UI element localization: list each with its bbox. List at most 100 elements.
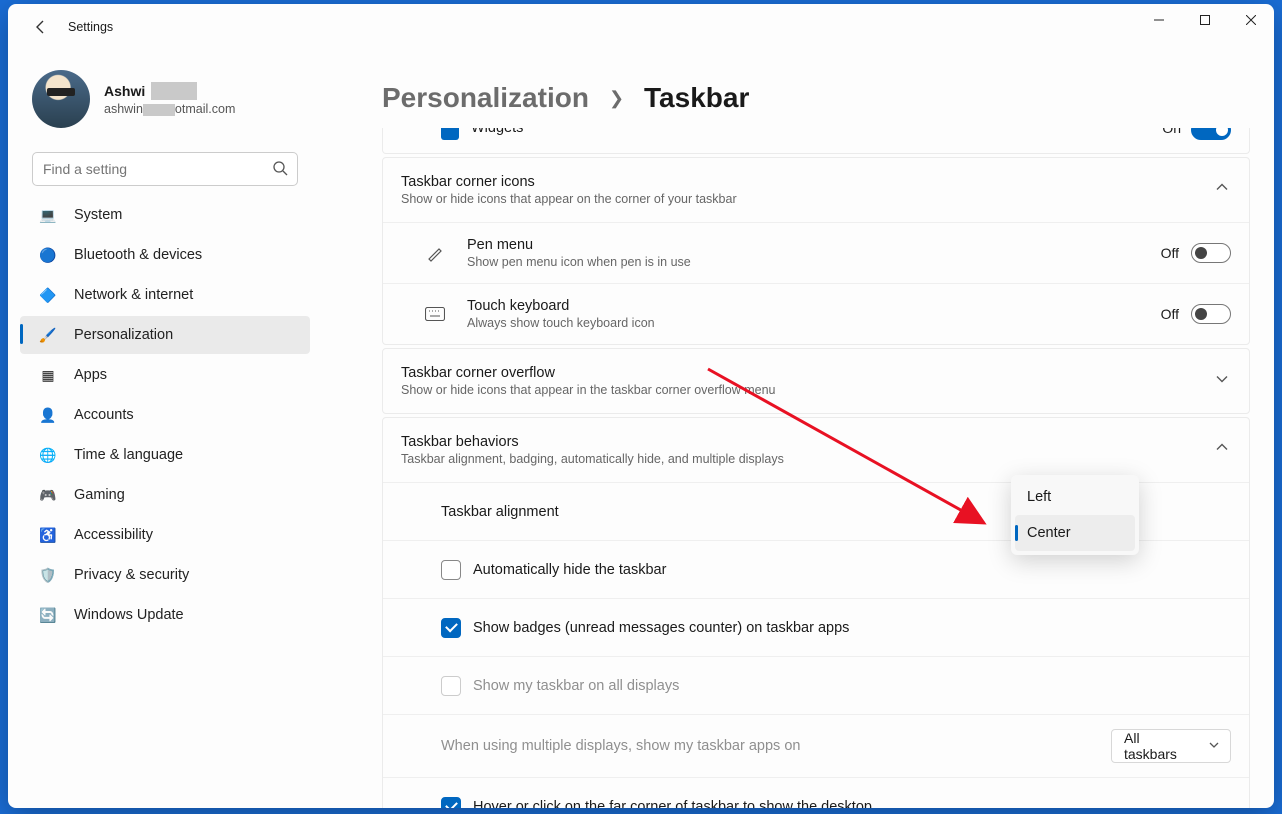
network-internet-icon: 🔷 xyxy=(40,287,56,303)
back-button[interactable] xyxy=(30,16,52,38)
sidebar-item-windows-update[interactable]: 🔄 Windows Update xyxy=(20,596,310,634)
behaviors-title: Taskbar behaviors xyxy=(401,434,784,450)
widgets-icon xyxy=(441,128,459,140)
bluetooth-devices-icon: 🔵 xyxy=(40,247,56,263)
sidebar-item-label: Bluetooth & devices xyxy=(74,247,202,263)
titlebar: Settings xyxy=(8,4,1274,50)
breadcrumb: Personalization ❯ Taskbar xyxy=(382,82,1254,114)
sidebar-item-bluetooth-devices[interactable]: 🔵 Bluetooth & devices xyxy=(20,236,310,274)
widgets-toggle[interactable] xyxy=(1191,128,1231,140)
breadcrumb-parent[interactable]: Personalization xyxy=(382,82,589,114)
search-input[interactable] xyxy=(32,152,298,186)
pen-menu-title: Pen menu xyxy=(467,237,691,253)
sidebar-item-accessibility[interactable]: ♿ Accessibility xyxy=(20,516,310,554)
sidebar-item-label: Windows Update xyxy=(74,607,184,623)
sidebar-item-label: Personalization xyxy=(74,327,173,343)
minimize-button[interactable] xyxy=(1136,4,1182,36)
gaming-icon: 🎮 xyxy=(40,487,56,503)
corner-overflow-header[interactable]: Taskbar corner overflow Show or hide ico… xyxy=(383,349,1249,413)
auto-hide-checkbox[interactable] xyxy=(441,560,461,580)
close-button[interactable] xyxy=(1228,4,1274,36)
widgets-label: Widgets xyxy=(471,128,523,136)
touch-kb-sub: Always show touch keyboard icon xyxy=(467,316,655,330)
touch-kb-toggle[interactable] xyxy=(1191,304,1231,324)
widgets-toggle-label: On xyxy=(1162,128,1181,136)
window-controls xyxy=(1136,4,1274,36)
sidebar-item-label: Network & internet xyxy=(74,287,193,303)
pen-menu-toggle[interactable] xyxy=(1191,243,1231,263)
hover-corner-checkbox[interactable] xyxy=(441,797,461,809)
badges-row[interactable]: Show badges (unread messages counter) on… xyxy=(383,598,1249,656)
search-icon xyxy=(272,160,288,181)
alignment-option-center[interactable]: Center xyxy=(1015,515,1135,551)
user-block[interactable]: Ashwi ashwinotmail.com xyxy=(20,64,310,146)
corner-overflow-card: Taskbar corner overflow Show or hide ico… xyxy=(382,348,1250,414)
chevron-right-icon: ❯ xyxy=(609,88,624,109)
chevron-up-icon xyxy=(1215,441,1229,460)
behaviors-sub: Taskbar alignment, badging, automaticall… xyxy=(401,452,784,466)
pen-toggle-label: Off xyxy=(1161,245,1179,261)
chevron-up-icon xyxy=(1215,181,1229,200)
auto-hide-label: Automatically hide the taskbar xyxy=(473,562,666,578)
alignment-label: Taskbar alignment xyxy=(441,504,559,520)
personalization-icon: 🖌️ xyxy=(40,327,56,343)
alignment-dropdown: Left Center xyxy=(1011,475,1139,555)
accessibility-icon: ♿ xyxy=(40,527,56,543)
sidebar-item-label: System xyxy=(74,207,122,223)
badges-label: Show badges (unread messages counter) on… xyxy=(473,620,849,636)
alignment-option-left[interactable]: Left xyxy=(1015,479,1135,515)
touch-toggle-label: Off xyxy=(1161,306,1179,322)
pen-menu-row: Pen menu Show pen menu icon when pen is … xyxy=(383,222,1249,283)
overflow-sub: Show or hide icons that appear in the ta… xyxy=(401,383,776,397)
all-displays-row: Show my taskbar on all displays xyxy=(383,656,1249,714)
content-area: Ashwi ashwinotmail.com 💻 System 🔵 Bluetooth… xyxy=(8,50,1274,808)
multi-display-select[interactable]: All taskbars xyxy=(1111,729,1231,763)
sidebar-item-system[interactable]: 💻 System xyxy=(20,196,310,234)
badges-checkbox[interactable] xyxy=(441,618,461,638)
sidebar-item-network-internet[interactable]: 🔷 Network & internet xyxy=(20,276,310,314)
widgets-row-partial: Widgets On xyxy=(382,128,1250,154)
sidebar-item-gaming[interactable]: 🎮Gaming xyxy=(20,476,310,514)
settings-window: Settings Ashwi ashwinotmail.com 💻 System 🔵… xyxy=(8,4,1274,808)
hover-corner-label: Hover or click on the far corner of task… xyxy=(473,799,872,809)
behaviors-header[interactable]: Taskbar behaviors Taskbar alignment, bad… xyxy=(383,418,1249,482)
touch-kb-title: Touch keyboard xyxy=(467,298,655,314)
pen-icon xyxy=(421,244,449,262)
privacy-security-icon: 🛡️ xyxy=(40,567,56,583)
overflow-title: Taskbar corner overflow xyxy=(401,365,776,381)
sidebar-item-time-language[interactable]: 🌐Time & language xyxy=(20,436,310,474)
hover-corner-row[interactable]: Hover or click on the far corner of task… xyxy=(383,777,1249,808)
system-icon: 💻 xyxy=(40,207,56,223)
redacted-name-icon xyxy=(151,82,197,100)
windows-update-icon: 🔄 xyxy=(40,607,56,623)
chevron-down-icon xyxy=(1215,372,1229,391)
settings-cards: Widgets On Taskbar corner icons Show or … xyxy=(382,128,1250,808)
breadcrumb-current: Taskbar xyxy=(644,82,749,114)
user-name: Ashwi xyxy=(104,82,235,100)
multi-display-label: When using multiple displays, show my ta… xyxy=(441,738,800,754)
maximize-button[interactable] xyxy=(1182,4,1228,36)
sidebar-item-accounts[interactable]: 👤 Accounts xyxy=(20,396,310,434)
back-arrow-icon xyxy=(33,19,49,35)
sidebar-item-label: Accessibility xyxy=(74,527,153,543)
user-email: ashwinotmail.com xyxy=(104,102,235,116)
main-panel: Personalization ❯ Taskbar Widgets On Tas… xyxy=(314,50,1274,808)
pen-menu-sub: Show pen menu icon when pen is in use xyxy=(467,255,691,269)
corner-icons-card: Taskbar corner icons Show or hide icons … xyxy=(382,157,1250,345)
sidebar-item-label: Accounts xyxy=(74,407,134,423)
apps-icon: ▦ xyxy=(40,367,56,383)
accounts-icon: 👤 xyxy=(40,407,56,423)
keyboard-icon xyxy=(421,307,449,321)
multi-display-value: All taskbars xyxy=(1124,730,1196,762)
time-language-icon: 🌐 xyxy=(40,447,56,463)
corner-icons-sub: Show or hide icons that appear on the co… xyxy=(401,192,737,206)
window-title: Settings xyxy=(68,20,113,34)
corner-icons-header[interactable]: Taskbar corner icons Show or hide icons … xyxy=(383,158,1249,222)
corner-icons-title: Taskbar corner icons xyxy=(401,174,737,190)
sidebar-item-apps[interactable]: ▦Apps xyxy=(20,356,310,394)
sidebar-item-personalization[interactable]: 🖌️ Personalization xyxy=(20,316,310,354)
all-displays-checkbox xyxy=(441,676,461,696)
sidebar-item-privacy-security[interactable]: 🛡️ Privacy & security xyxy=(20,556,310,594)
touch-keyboard-row: Touch keyboard Always show touch keyboar… xyxy=(383,283,1249,344)
sidebar-item-label: Privacy & security xyxy=(74,567,189,583)
